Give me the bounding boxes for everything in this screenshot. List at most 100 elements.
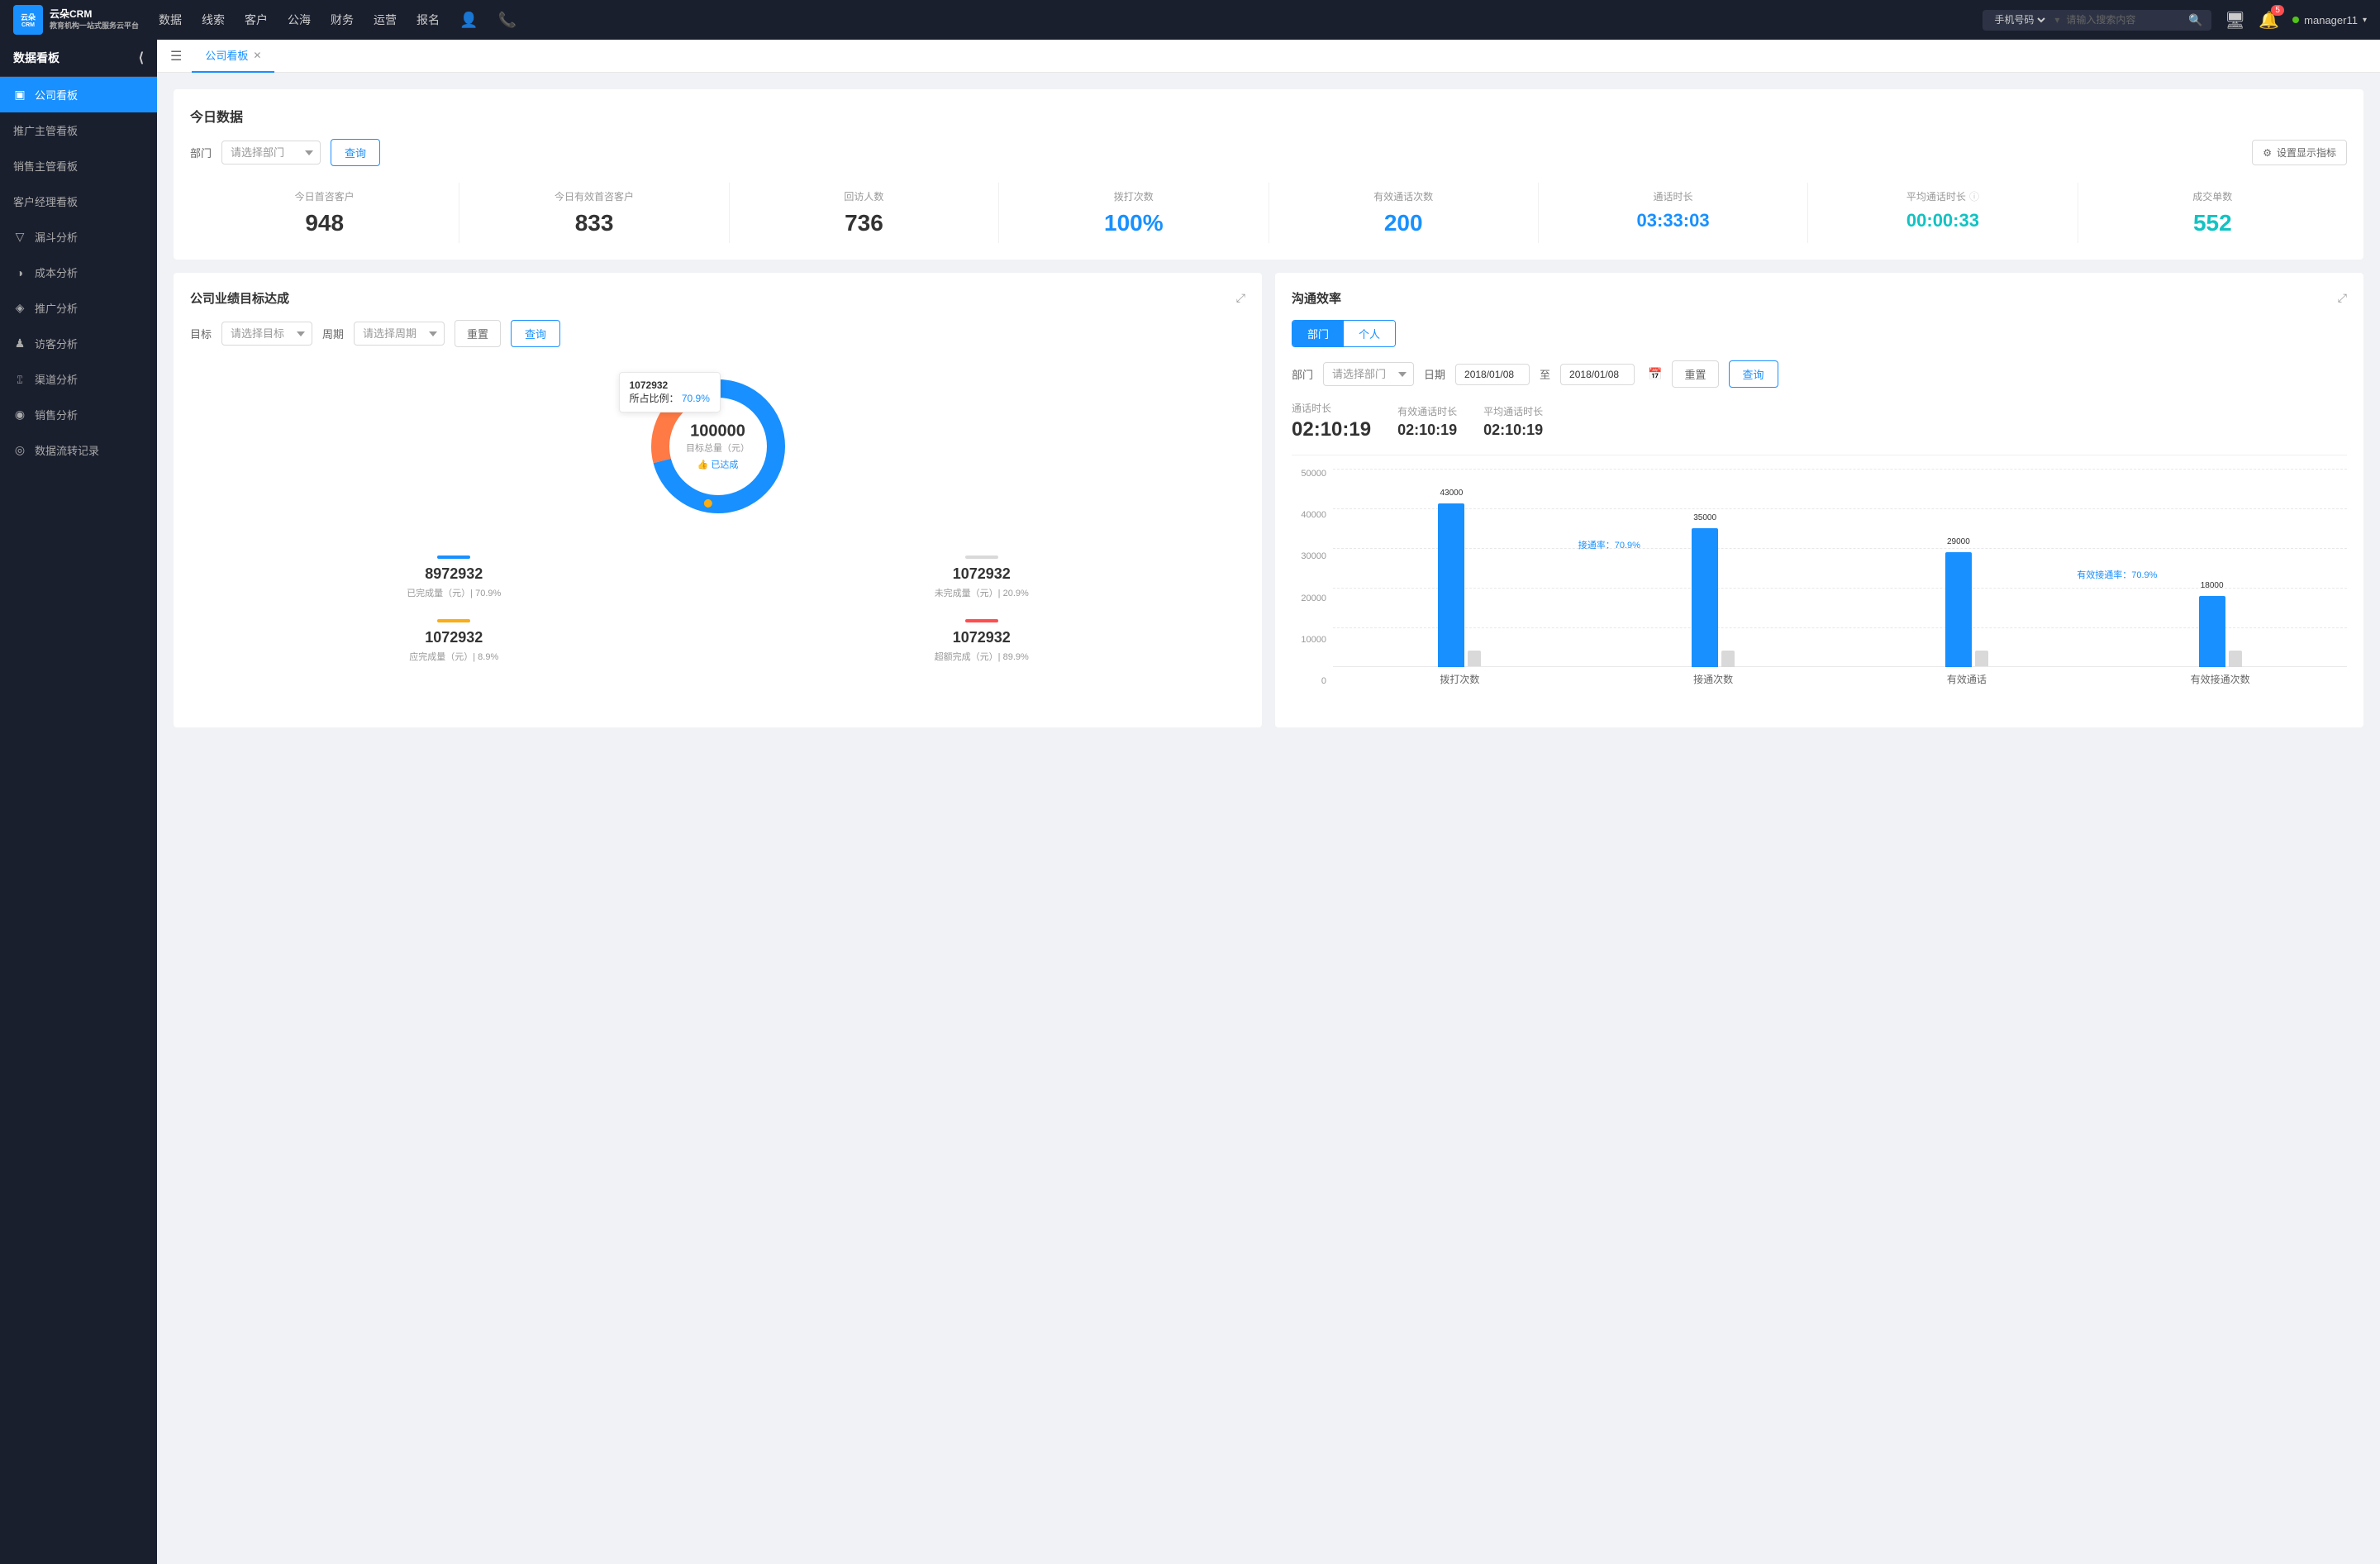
goal-expand-btn[interactable]: ⤢ [1236, 291, 1245, 305]
stat-revisit-label: 回访人数 [740, 189, 988, 203]
nav-person-icon[interactable]: 👤 [459, 12, 478, 29]
goal-period-select[interactable]: 请选择周期 [354, 322, 445, 346]
main-layout: 数据看板 ⟨ ▣ 公司看板 推广主管看板 销售主管看板 客户经理看板 ▽ 漏斗分… [0, 40, 2380, 1564]
nav-customers[interactable]: 客户 [245, 12, 268, 28]
completed-desc: 已完成量（元）| 70.9% [197, 586, 712, 599]
comm-date-label: 日期 [1424, 366, 1445, 382]
comm-stats-row: 通话时长 02:10:19 有效通话时长 02:10:19 平均通话时长 02:… [1292, 401, 2347, 455]
goal-stat-completed: 8972932 已完成量（元）| 70.9% [190, 546, 718, 609]
completed-line [437, 556, 470, 559]
data-flow-icon: ◎ [13, 443, 26, 457]
goal-reset-btn[interactable]: 重置 [455, 320, 501, 347]
y-label-0: 0 [1292, 676, 1331, 686]
monitor-icon[interactable]: 🖥 [2225, 10, 2245, 31]
sidebar-item-channel[interactable]: ⑄ 渠道分析 [0, 361, 157, 397]
y-label-30000: 30000 [1292, 551, 1331, 561]
comm-query-btn[interactable]: 查询 [1729, 360, 1778, 388]
nav-sea[interactable]: 公海 [288, 12, 311, 28]
stat-effective-first-label: 今日有效首咨客户 [469, 189, 718, 203]
bar-pair-effective: 29000 [1847, 552, 2087, 667]
exceeded-desc: 超额完成（元）| 89.9% [725, 650, 1240, 663]
today-data-card: 今日数据 部门 请选择部门 查询 ⚙ 设置显示指标 [174, 89, 2363, 260]
bar-dial-label: 43000 [1440, 489, 1463, 498]
app-logo: 云朵 CRM 云朵CRM 教育机构一站式服务云平台 [13, 5, 139, 35]
nav-data[interactable]: 数据 [159, 12, 182, 28]
nav-finance[interactable]: 财务 [331, 12, 354, 28]
uncompleted-line [965, 556, 998, 559]
bar-group-effective: 29000 [1840, 469, 2094, 667]
stat-revisit: 回访人数 736 [730, 183, 999, 243]
today-filter-row: 部门 请选择部门 查询 ⚙ 设置显示指标 [190, 139, 2347, 166]
sidebar-title: 数据看板 [13, 50, 60, 66]
user-dropdown-icon[interactable]: ▾ [2363, 16, 2367, 25]
user-info[interactable]: manager11 ▾ [2292, 14, 2367, 26]
stats-row: 今日首咨客户 948 今日有效首咨客户 833 回访人数 736 拨打次数 10… [190, 183, 2347, 243]
data-flow-label: 数据流转记录 [35, 442, 99, 458]
nav-icons: 🖥 🔔 5 manager11 ▾ [2225, 10, 2367, 31]
dept-label: 部门 [190, 145, 212, 160]
search-button[interactable]: 🔍 [2188, 13, 2202, 27]
dept-tab-btn[interactable]: 部门 [1292, 321, 1344, 346]
bar-effective-label: 29000 [1947, 537, 1970, 546]
bar-pair-eff-connect: 18000 [2100, 596, 2340, 667]
dept-select[interactable]: 请选择部门 [221, 141, 321, 165]
tab-close-btn[interactable]: ✕ [253, 50, 261, 61]
should-complete-value: 1072932 [197, 629, 712, 646]
bar-effective-main: 29000 [1945, 552, 1972, 667]
sidebar-item-visitor[interactable]: ♟ 访客分析 [0, 326, 157, 361]
content-area: ☰ 公司看板 ✕ 今日数据 部门 请选择部门 查询 [157, 40, 2380, 1564]
setting-display-btn[interactable]: ⚙ 设置显示指标 [2252, 140, 2347, 165]
sidebar-item-label: 公司看板 [35, 87, 78, 103]
nav-operations[interactable]: 运营 [374, 12, 397, 28]
nav-signup[interactable]: 报名 [416, 12, 440, 28]
sidebar-collapse-btn[interactable]: ⟨ [139, 50, 144, 66]
today-query-btn[interactable]: 查询 [331, 139, 380, 166]
sidebar-item-data-flow[interactable]: ◎ 数据流转记录 [0, 432, 157, 468]
notification-badge: 5 [2271, 5, 2284, 16]
tab-company-board[interactable]: 公司看板 ✕ [192, 40, 274, 73]
logo-icon: 云朵 CRM [13, 5, 43, 35]
stat-first-consult: 今日首咨客户 948 [190, 183, 459, 243]
goal-query-btn[interactable]: 查询 [511, 320, 560, 347]
y-label-40000: 40000 [1292, 510, 1331, 520]
comm-date-from[interactable] [1455, 364, 1530, 385]
sidebar-item-sales-board[interactable]: 销售主管看板 [0, 148, 157, 184]
goal-target-select[interactable]: 请选择目标 [221, 322, 312, 346]
comm-panel-title: 沟通效率 [1292, 289, 1341, 307]
bar-connect-blue: 35000 [1692, 528, 1718, 667]
stat-deals-value: 552 [2088, 210, 2337, 236]
help-icon[interactable]: ⓘ [1969, 189, 1979, 203]
calendar-icon[interactable]: 📅 [1648, 367, 1662, 381]
comm-reset-btn[interactable]: 重置 [1672, 360, 1718, 388]
donut-center-label: 目标总量（元） [686, 441, 750, 455]
stat-deals-label: 成交单数 [2088, 189, 2337, 203]
goal-filter: 目标 请选择目标 周期 请选择周期 重置 查询 [190, 320, 1245, 347]
personal-tab-btn[interactable]: 个人 [1344, 321, 1395, 346]
sidebar-item-funnel[interactable]: ▽ 漏斗分析 [0, 219, 157, 255]
tooltip-pct-value: 70.9% [682, 393, 710, 404]
tab-menu-toggle[interactable]: ☰ [170, 48, 182, 64]
stat-effective-first: 今日有效首咨客户 833 [459, 183, 729, 243]
comm-avg-value: 02:10:19 [1483, 422, 1543, 439]
search-input[interactable] [2066, 14, 2182, 26]
search-type-select[interactable]: 手机号码 [1991, 13, 2048, 26]
bar-group-eff-connect: 18000 有效接通率：70.9% [2093, 469, 2347, 667]
comm-expand-btn[interactable]: ⤢ [2338, 291, 2347, 305]
sidebar-item-cost[interactable]: ◑ 成本分析 [0, 255, 157, 290]
sidebar-item-sales-analysis[interactable]: ◉ 销售分析 [0, 397, 157, 432]
goal-panel: 公司业绩目标达成 ⤢ 目标 请选择目标 周期 请选择周期 重置 查询 [174, 273, 1262, 727]
nav-phone-icon[interactable]: 📞 [497, 12, 516, 29]
comm-avg-stat: 平均通话时长 02:10:19 [1483, 404, 1543, 439]
notification-icon[interactable]: 🔔 5 [2259, 10, 2279, 31]
sidebar-item-manager-board[interactable]: 客户经理看板 [0, 184, 157, 219]
comm-date-to[interactable] [1560, 364, 1635, 385]
sidebar-item-company-board[interactable]: ▣ 公司看板 [0, 77, 157, 112]
cost-icon: ◑ [13, 266, 26, 279]
promo-analysis-label: 推广分析 [35, 300, 78, 316]
sidebar-item-promo-board[interactable]: 推广主管看板 [0, 112, 157, 148]
nav-leads[interactable]: 线索 [202, 12, 225, 28]
bar-dial-blue: 43000 [1438, 503, 1464, 667]
sidebar-item-promo-analysis[interactable]: ◈ 推广分析 [0, 290, 157, 326]
comm-dept-select[interactable]: 请选择部门 [1323, 362, 1414, 386]
donut-achievement-badge: 👍 已达成 [686, 458, 750, 471]
